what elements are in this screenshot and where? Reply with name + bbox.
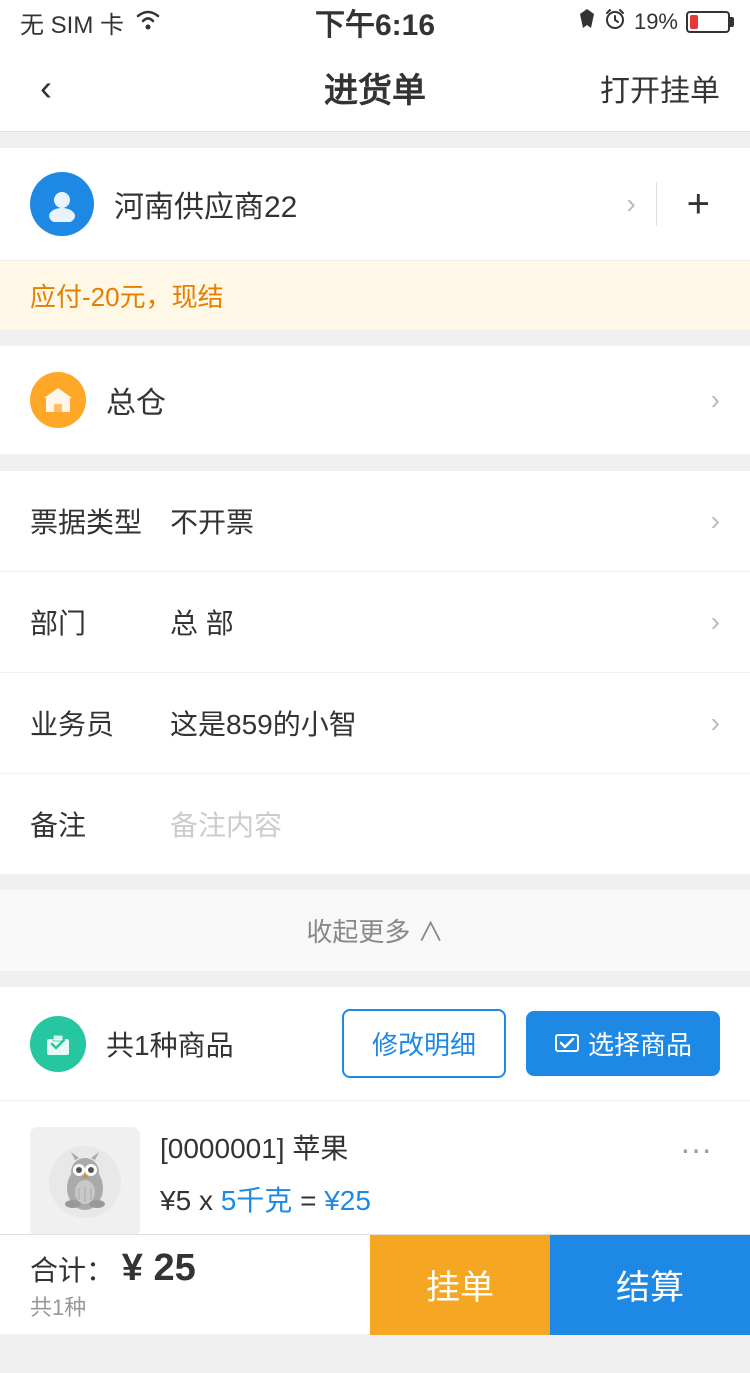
settle-label: 结算 [616,1260,684,1309]
battery-text: 19% [634,9,678,35]
supplier-chevron: › [626,188,635,220]
invoice-value: 不开票 [170,501,701,541]
product-thumbnail [30,1127,140,1237]
select-product-button[interactable]: 选择商品 [526,1011,720,1076]
qty-value: 5千克 [221,1185,293,1216]
product-info: [0000001] 苹果 ¥5 x 5千克 = ¥25 [160,1127,652,1219]
dept-value: 总 部 [170,602,701,642]
dept-chevron: › [711,606,720,638]
status-left: 无 SIM 卡 [20,5,162,40]
remark-label: 备注 [30,804,170,844]
remark-input[interactable]: 备注内容 [170,804,720,844]
staff-label: 业务员 [30,703,170,743]
alarm-icon [604,8,626,36]
supplier-row[interactable]: 河南供应商22 › + [0,148,750,261]
invoice-row[interactable]: 票据类型 不开票 › [0,470,750,571]
product-title: [0000001] 苹果 [160,1127,652,1167]
pending-button[interactable]: 挂单 [370,1235,550,1335]
settle-button[interactable]: 结算 [550,1235,750,1335]
warehouse-name: 总仓 [106,378,701,422]
select-product-label: 选择商品 [588,1025,692,1062]
warning-text: 应付-20元，现结 [30,282,224,312]
status-bar: 无 SIM 卡 下午6:16 19% [0,0,750,44]
total-label: 合计： [30,1255,114,1286]
form-section: 票据类型 不开票 › 部门 总 部 › 业务员 这是859的小智 › 备注 备注… [0,470,750,874]
collapse-bar[interactable]: 收起更多 ∧ [0,890,750,971]
staff-chevron: › [711,707,720,739]
total-amount: ¥ 25 [122,1247,196,1289]
status-right: 19% [578,8,730,36]
collapse-label: 收起更多 ∧ [306,917,443,947]
remark-row[interactable]: 备注 备注内容 [0,773,750,874]
carrier-text: 无 SIM 卡 [20,5,124,40]
wifi-icon [134,8,162,37]
product-icon [30,1016,86,1072]
battery-icon [686,11,730,33]
divider [656,182,657,226]
footer: 合计： ¥ 25 共1种 挂单 结算 [0,1234,750,1334]
product-price: ¥5 x 5千克 = ¥25 [160,1179,652,1219]
pending-label: 挂单 [426,1260,494,1309]
invoice-chevron: › [711,505,720,537]
supplier-avatar [30,172,94,236]
warehouse-section: 总仓 › [0,346,750,454]
page-title: 进货单 [324,63,426,112]
edit-detail-button[interactable]: 修改明细 [342,1009,506,1078]
staff-row[interactable]: 业务员 这是859的小智 › [0,672,750,773]
dept-label: 部门 [30,602,170,642]
more-button[interactable]: ··· [672,1127,720,1172]
supplier-name: 河南供应商22 [114,182,616,226]
dept-row[interactable]: 部门 总 部 › [0,571,750,672]
warehouse-icon [30,372,86,428]
add-button[interactable]: + [677,182,720,227]
nav-bar: ‹ 进货单 打开挂单 [0,44,750,132]
staff-value: 这是859的小智 [170,703,701,743]
price-x: x [199,1185,221,1216]
warning-banner: 应付-20元，现结 [0,261,750,330]
warehouse-row[interactable]: 总仓 › [0,346,750,454]
location-icon [578,8,596,36]
invoice-label: 票据类型 [30,501,170,541]
product-section: 共1种商品 修改明细 选择商品 [0,987,750,1263]
product-count: 共1种商品 [106,1024,322,1064]
total-sub: 共1种 [30,1290,340,1322]
supplier-section: 河南供应商22 › + 应付-20元，现结 [0,148,750,330]
equals: = [300,1185,324,1216]
product-header: 共1种商品 修改明细 选择商品 [0,987,750,1100]
total-value: ¥25 [324,1185,371,1216]
open-pending-button[interactable]: 打开挂单 [600,66,720,110]
warehouse-chevron: › [711,384,720,416]
footer-total: 合计： ¥ 25 共1种 [0,1247,370,1322]
status-time: 下午6:16 [315,0,435,44]
price-value: ¥5 [160,1185,191,1216]
back-button[interactable]: ‹ [30,57,62,119]
